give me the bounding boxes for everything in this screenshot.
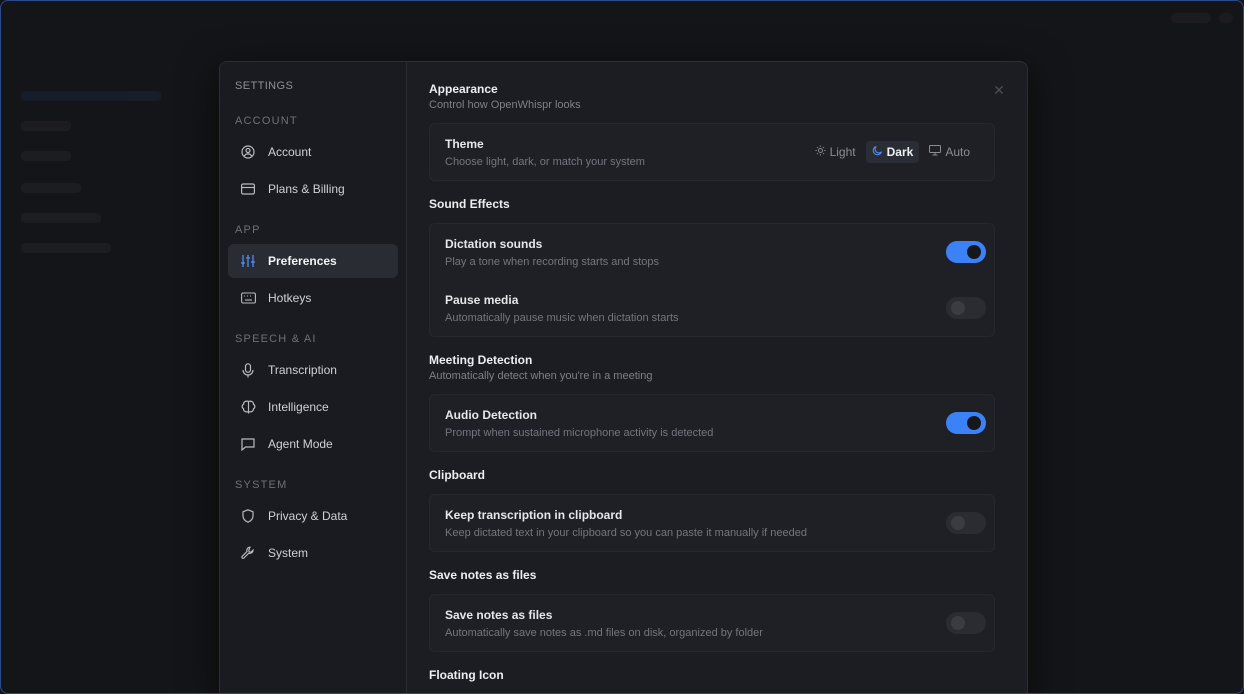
sun-icon [815, 145, 826, 159]
sidebar-item-transcription[interactable]: Transcription [228, 353, 398, 387]
bg-top-control [1171, 13, 1211, 23]
theme-option-label: Dark [886, 145, 914, 159]
sidebar-item-label: Plans & Billing [268, 182, 345, 196]
credit-card-icon [240, 181, 256, 197]
theme-option-dark[interactable]: Dark [865, 141, 920, 163]
sidebar-item-label: Transcription [268, 363, 337, 377]
app-window: SETTINGS ACCOUNT Account Plans & Billing… [0, 0, 1244, 694]
sidebar-item-label: Account [268, 145, 312, 159]
setting-row-save-notes: Save notes as files Automatically save n… [445, 595, 986, 651]
bg-nav-line [21, 151, 71, 161]
user-circle-icon [240, 144, 256, 160]
section-title: Clipboard [429, 468, 485, 482]
sidebar-item-label: Agent Mode [268, 437, 333, 451]
sidebar-item-label: Privacy & Data [268, 509, 348, 523]
setting-title: Pause media [445, 292, 519, 307]
section-label-account: ACCOUNT [235, 115, 298, 127]
sidebar-item-label: System [268, 546, 309, 560]
wrench-icon [240, 545, 256, 561]
bg-nav-line [21, 91, 161, 101]
meeting-detection-section: Meeting Detection Automatically detect w… [429, 353, 995, 452]
setting-description: Choose light, dark, or match your system [445, 155, 645, 168]
clipboard-section: Clipboard Keep transcription in clipboar… [429, 468, 995, 552]
section-label-app: APP [235, 224, 261, 236]
section-subtitle: Automatically detect when you're in a me… [429, 370, 653, 382]
save-notes-card: Save notes as files Automatically save n… [429, 594, 995, 652]
sound-effects-section: Sound Effects Dictation sounds Play a to… [429, 197, 995, 337]
section-title: Meeting Detection [429, 353, 533, 367]
bg-nav-line [21, 121, 71, 131]
setting-row-pause-media: Pause media Automatically pause music wh… [445, 280, 986, 336]
bg-nav-line [21, 183, 81, 193]
sidebar-item-intelligence[interactable]: Intelligence [228, 390, 398, 424]
setting-description: Prompt when sustained microphone activit… [445, 426, 714, 439]
setting-row-audio-detection: Audio Detection Prompt when sustained mi… [445, 395, 986, 451]
theme-option-light[interactable]: Light [809, 141, 862, 163]
pause-media-toggle[interactable] [946, 297, 986, 319]
settings-modal: SETTINGS ACCOUNT Account Plans & Billing… [219, 61, 1028, 693]
theme-option-label: Light [829, 145, 856, 159]
keep-clipboard-toggle[interactable] [946, 512, 986, 534]
bg-top-control [1219, 13, 1233, 23]
section-subtitle: Control how OpenWhispr looks [429, 99, 581, 111]
theme-selector: Light Dark Auto [809, 141, 976, 163]
theme-option-label: Auto [945, 145, 970, 159]
section-title: Floating Icon [429, 668, 504, 682]
theme-option-auto[interactable]: Auto [923, 141, 976, 163]
setting-description: Play a tone when recording starts and st… [445, 255, 660, 268]
sidebar-item-system[interactable]: System [228, 536, 398, 570]
keyboard-icon [240, 290, 256, 306]
save-notes-toggle[interactable] [946, 612, 986, 634]
setting-description: Keep dictated text in your clipboard so … [445, 526, 808, 539]
sidebar-item-agent-mode[interactable]: Agent Mode [228, 427, 398, 461]
settings-sidebar: SETTINGS ACCOUNT Account Plans & Billing… [220, 62, 407, 693]
section-title: Save notes as files [429, 568, 537, 582]
setting-description: Automatically pause music when dictation… [445, 311, 679, 324]
floating-icon-section: Floating Icon [429, 668, 995, 682]
microphone-icon [240, 362, 256, 378]
setting-row-keep-clipboard: Keep transcription in clipboard Keep dic… [445, 495, 986, 551]
sidebar-item-label: Hotkeys [268, 291, 312, 305]
close-icon[interactable]: ✕ [991, 82, 1007, 98]
bg-nav-line [21, 243, 111, 253]
sound-effects-card: Dictation sounds Play a tone when record… [429, 223, 995, 337]
sidebar-item-label: Intelligence [268, 400, 329, 414]
section-label-speech-ai: SPEECH & AI [235, 333, 317, 345]
sliders-icon [240, 253, 256, 269]
section-title: Appearance [429, 82, 498, 96]
dictation-sounds-toggle[interactable] [946, 241, 986, 263]
sidebar-item-hotkeys[interactable]: Hotkeys [228, 281, 398, 315]
section-label-system: SYSTEM [235, 479, 288, 491]
settings-title: SETTINGS [235, 80, 294, 92]
setting-title: Keep transcription in clipboard [445, 507, 623, 522]
brain-icon [240, 399, 256, 415]
clipboard-card: Keep transcription in clipboard Keep dic… [429, 494, 995, 552]
setting-title: Dictation sounds [445, 236, 543, 251]
preferences-panel: ✕ Appearance Control how OpenWhispr look… [407, 62, 1027, 693]
theme-card: Theme Choose light, dark, or match your … [429, 123, 995, 181]
sidebar-item-plans-billing[interactable]: Plans & Billing [228, 172, 398, 206]
shield-icon [240, 508, 256, 524]
sidebar-item-privacy-data[interactable]: Privacy & Data [228, 499, 398, 533]
bg-nav-line [21, 213, 101, 223]
save-notes-section: Save notes as files Save notes as files … [429, 568, 995, 652]
setting-title: Save notes as files [445, 607, 553, 622]
setting-row-theme: Theme Choose light, dark, or match your … [445, 124, 986, 180]
appearance-section: Appearance Control how OpenWhispr looks … [429, 82, 995, 181]
setting-title: Theme [445, 136, 484, 151]
setting-description: Automatically save notes as .md files on… [445, 626, 763, 639]
sidebar-item-label: Preferences [268, 254, 337, 268]
setting-row-dictation-sounds: Dictation sounds Play a tone when record… [445, 224, 986, 280]
setting-title: Audio Detection [445, 407, 537, 422]
chat-bubble-icon [240, 436, 256, 452]
monitor-icon [929, 145, 942, 159]
meeting-detection-card: Audio Detection Prompt when sustained mi… [429, 394, 995, 452]
moon-icon [872, 145, 883, 159]
sidebar-item-preferences[interactable]: Preferences [228, 244, 398, 278]
audio-detection-toggle[interactable] [946, 412, 986, 434]
sidebar-item-account[interactable]: Account [228, 135, 398, 169]
section-title: Sound Effects [429, 197, 510, 211]
